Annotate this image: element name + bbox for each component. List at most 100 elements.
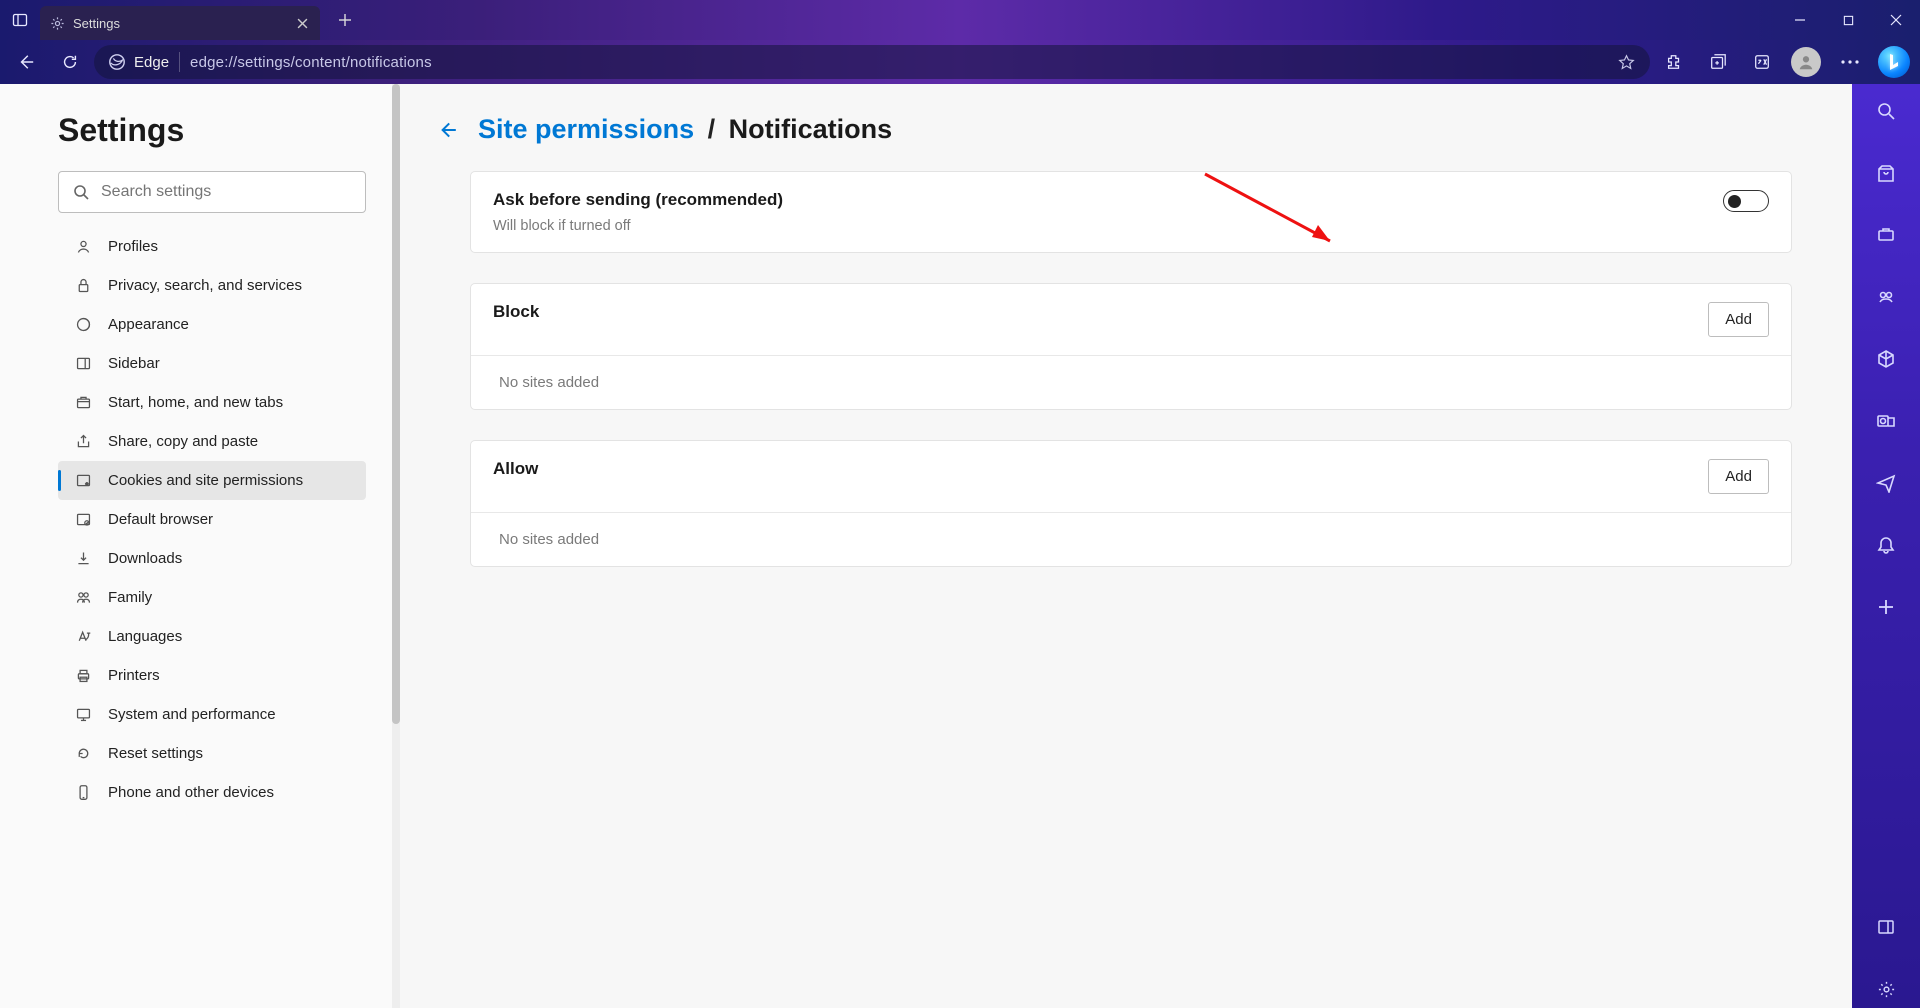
sidebar-add-button[interactable]	[1867, 588, 1905, 626]
settings-nav: Profiles Privacy, search, and services A…	[58, 227, 366, 812]
refresh-button[interactable]	[50, 42, 90, 82]
download-icon	[74, 550, 92, 568]
sidebar-notifications-button[interactable]	[1867, 526, 1905, 564]
nav-privacy[interactable]: Privacy, search, and services	[58, 266, 366, 305]
share-icon	[74, 433, 92, 451]
breadcrumb-parent-link[interactable]: Site permissions	[478, 114, 694, 144]
system-icon	[74, 706, 92, 724]
language-icon	[74, 628, 92, 646]
new-tab-button[interactable]	[328, 3, 362, 37]
bing-icon	[1878, 46, 1910, 78]
family-icon	[74, 589, 92, 607]
address-divider	[179, 52, 180, 72]
ask-title: Ask before sending (recommended)	[493, 190, 783, 210]
sidebar-icon	[74, 355, 92, 373]
browser-tab[interactable]: Settings	[40, 6, 320, 40]
appearance-icon	[74, 316, 92, 334]
close-window-button[interactable]	[1872, 0, 1920, 40]
edge-logo-icon	[108, 53, 126, 71]
ask-before-sending-card: Ask before sending (recommended) Will bl…	[470, 171, 1792, 253]
title-bar: Settings	[0, 0, 1920, 40]
nav-profiles[interactable]: Profiles	[58, 227, 366, 266]
nav-label: Cookies and site permissions	[108, 472, 303, 489]
tab-title: Settings	[73, 16, 286, 31]
nav-label: Sidebar	[108, 355, 160, 372]
tabs-icon	[74, 394, 92, 412]
breadcrumb: Site permissions / Notifications	[434, 114, 1792, 145]
nav-family[interactable]: Family	[58, 578, 366, 617]
nav-printers[interactable]: Printers	[58, 656, 366, 695]
nav-phone[interactable]: Phone and other devices	[58, 773, 366, 812]
sidebar-settings-button[interactable]	[1867, 970, 1905, 1008]
site-identity[interactable]: Edge	[108, 53, 169, 71]
breadcrumb-current: Notifications	[729, 114, 893, 144]
sidebar-scrollbar[interactable]	[392, 84, 400, 1008]
tab-close-button[interactable]	[294, 15, 310, 31]
nav-languages[interactable]: Languages	[58, 617, 366, 656]
block-title: Block	[493, 302, 539, 322]
nav-sidebar[interactable]: Sidebar	[58, 344, 366, 383]
breadcrumb-back-button[interactable]	[434, 117, 460, 143]
nav-downloads[interactable]: Downloads	[58, 539, 366, 578]
settings-sidebar: Settings Profiles Privacy, search, and s…	[0, 84, 400, 1008]
profile-button[interactable]	[1786, 42, 1826, 82]
extensions-button[interactable]	[1654, 42, 1694, 82]
phone-icon	[74, 784, 92, 802]
nav-system[interactable]: System and performance	[58, 695, 366, 734]
nav-cookies[interactable]: Cookies and site permissions	[58, 461, 366, 500]
tab-actions-button[interactable]	[0, 0, 40, 40]
favorite-button[interactable]	[1612, 48, 1640, 76]
browser-toolbar: Edge edge://settings/content/notificatio…	[0, 40, 1920, 84]
sidebar-tools-button[interactable]	[1867, 216, 1905, 254]
sidebar-office-button[interactable]	[1867, 340, 1905, 378]
nav-label: Phone and other devices	[108, 784, 274, 801]
reset-icon	[74, 745, 92, 763]
nav-appearance[interactable]: Appearance	[58, 305, 366, 344]
address-bar[interactable]: Edge edge://settings/content/notificatio…	[94, 45, 1650, 79]
settings-content: Site permissions / Notifications Ask bef…	[400, 84, 1852, 1008]
allow-empty-text: No sites added	[471, 513, 1791, 566]
breadcrumb-text: Site permissions / Notifications	[478, 114, 892, 145]
sidebar-outlook-button[interactable]	[1867, 402, 1905, 440]
back-button[interactable]	[6, 42, 46, 82]
nav-default-browser[interactable]: Default browser	[58, 500, 366, 539]
maximize-button[interactable]	[1824, 0, 1872, 40]
nav-label: Start, home, and new tabs	[108, 394, 283, 411]
sidebar-search-button[interactable]	[1867, 92, 1905, 130]
sidebar-send-button[interactable]	[1867, 464, 1905, 502]
nav-label: Printers	[108, 667, 160, 684]
nav-label: Profiles	[108, 238, 158, 255]
gear-icon	[50, 16, 65, 31]
lock-icon	[74, 277, 92, 295]
nav-share[interactable]: Share, copy and paste	[58, 422, 366, 461]
sidebar-shopping-button[interactable]	[1867, 154, 1905, 192]
main-area: Settings Profiles Privacy, search, and s…	[0, 84, 1920, 1008]
search-icon	[73, 184, 89, 200]
block-add-button[interactable]: Add	[1708, 302, 1769, 337]
nav-label: Privacy, search, and services	[108, 277, 302, 294]
nav-label: Share, copy and paste	[108, 433, 258, 450]
block-empty-text: No sites added	[471, 356, 1791, 409]
math-solver-button[interactable]	[1742, 42, 1782, 82]
site-identity-label: Edge	[134, 54, 169, 71]
nav-reset[interactable]: Reset settings	[58, 734, 366, 773]
settings-search[interactable]	[58, 171, 366, 213]
nav-label: Downloads	[108, 550, 182, 567]
allow-add-button[interactable]: Add	[1708, 459, 1769, 494]
bing-chat-button[interactable]	[1874, 42, 1914, 82]
printer-icon	[74, 667, 92, 685]
allow-card: Allow Add No sites added	[470, 440, 1792, 567]
nav-start[interactable]: Start, home, and new tabs	[58, 383, 366, 422]
nav-label: Reset settings	[108, 745, 203, 762]
ask-subtitle: Will block if turned off	[493, 218, 783, 234]
sidebar-games-button[interactable]	[1867, 278, 1905, 316]
minimize-button[interactable]	[1776, 0, 1824, 40]
allow-title: Allow	[493, 459, 538, 479]
more-button[interactable]	[1830, 42, 1870, 82]
sidebar-toggle-button[interactable]	[1867, 908, 1905, 946]
settings-search-input[interactable]	[101, 183, 351, 201]
collections-button[interactable]	[1698, 42, 1738, 82]
tab-strip: Settings	[0, 0, 362, 40]
ask-toggle[interactable]	[1723, 190, 1769, 212]
window-controls	[1776, 0, 1920, 40]
